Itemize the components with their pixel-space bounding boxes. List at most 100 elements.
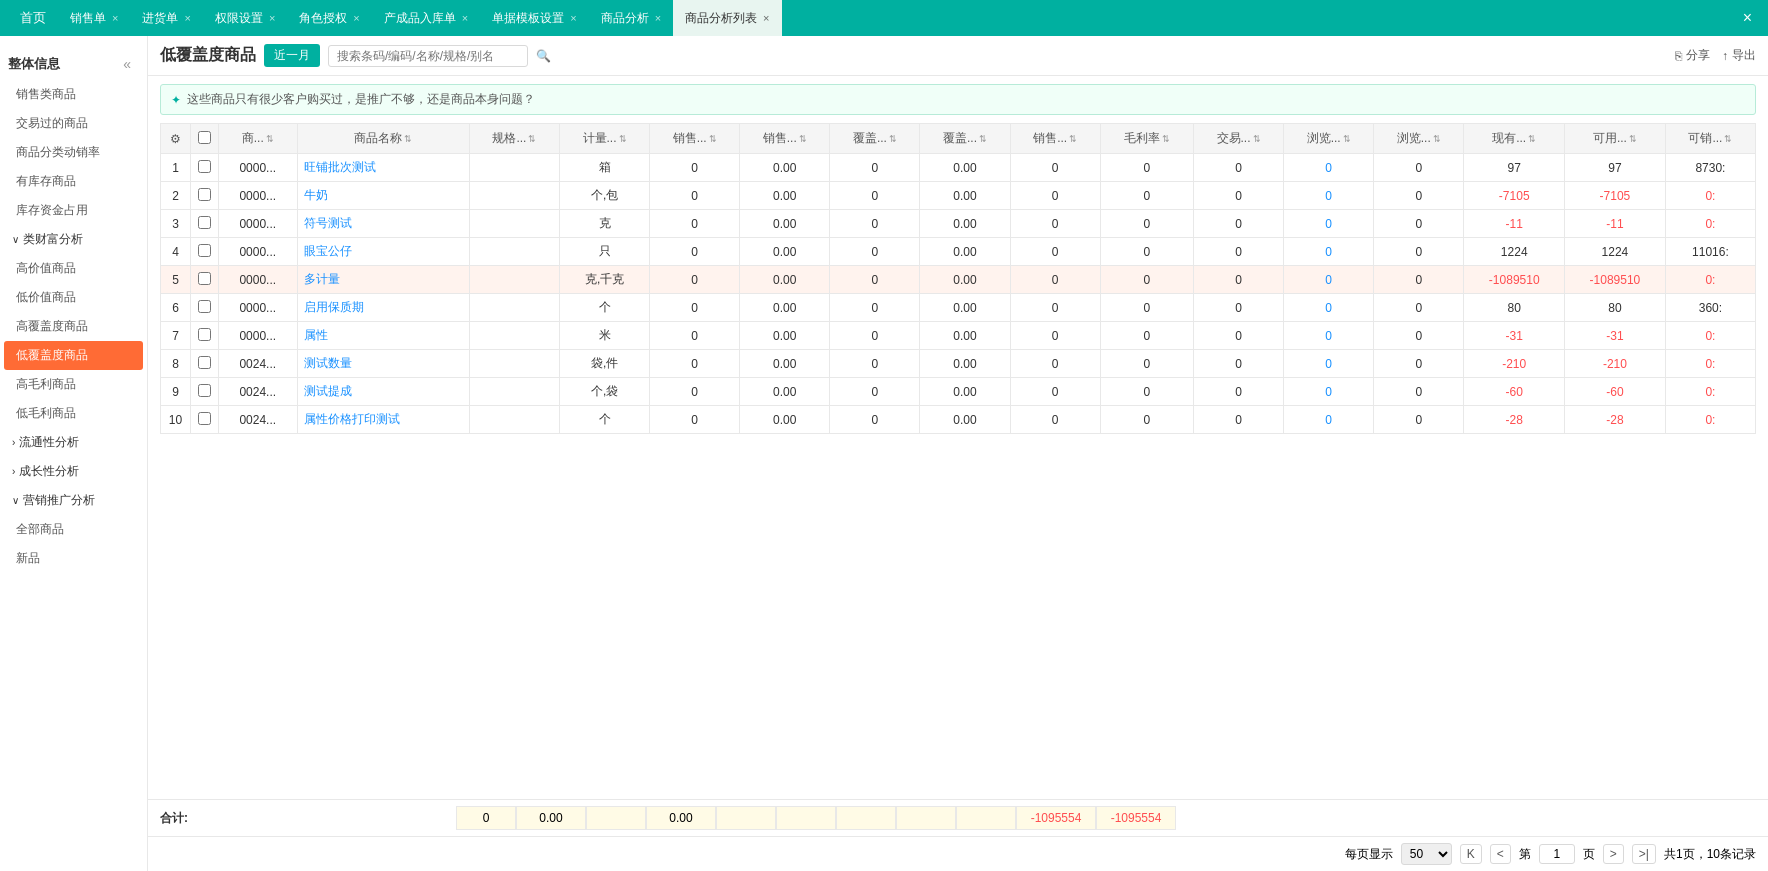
- row-browse1[interactable]: 0: [1284, 210, 1374, 238]
- sidebar-section-marketing[interactable]: ∨ 营销推广分析: [0, 486, 147, 515]
- column-code[interactable]: 商...⇅: [219, 124, 298, 154]
- column-saleable[interactable]: 可销...⇅: [1665, 124, 1755, 154]
- row-browse1[interactable]: 0: [1284, 294, 1374, 322]
- sidebar-item-all-goods[interactable]: 全部商品: [0, 515, 147, 544]
- column-sales1[interactable]: 销售...⇅: [650, 124, 740, 154]
- column-cover2[interactable]: 覆盖...⇅: [920, 124, 1010, 154]
- column-sales2[interactable]: 销售...⇅: [740, 124, 830, 154]
- column-browse2[interactable]: 浏览...⇅: [1374, 124, 1464, 154]
- prev-page-button[interactable]: <: [1490, 844, 1511, 864]
- nav-close-icon[interactable]: ×: [462, 12, 468, 24]
- sidebar-item-high-margin[interactable]: 高毛利商品: [0, 370, 147, 399]
- sidebar-item-stocked-goods[interactable]: 有库存商品: [0, 167, 147, 196]
- column-available[interactable]: 可用...⇅: [1565, 124, 1666, 154]
- row-checkbox-cell[interactable]: [191, 294, 219, 322]
- nav-close-icon[interactable]: ×: [763, 12, 769, 24]
- row-browse1[interactable]: 0: [1284, 266, 1374, 294]
- row-checkbox-cell[interactable]: [191, 182, 219, 210]
- row-checkbox[interactable]: [198, 272, 211, 285]
- next-page-button[interactable]: >: [1603, 844, 1624, 864]
- sidebar-section-liquidity[interactable]: › 流通性分析: [0, 428, 147, 457]
- browse-link[interactable]: 0: [1325, 189, 1332, 203]
- last-page-button[interactable]: >|: [1632, 844, 1656, 864]
- row-name[interactable]: 属性价格打印测试: [297, 406, 469, 434]
- search-icon[interactable]: 🔍: [536, 49, 551, 63]
- column-settings[interactable]: ⚙: [161, 124, 191, 154]
- row-checkbox[interactable]: [198, 412, 211, 425]
- row-checkbox-cell[interactable]: [191, 322, 219, 350]
- column-current[interactable]: 现有...⇅: [1464, 124, 1565, 154]
- nav-product-analysis-list[interactable]: 商品分析列表 ×: [673, 0, 781, 36]
- row-name[interactable]: 属性: [297, 322, 469, 350]
- row-checkbox[interactable]: [198, 300, 211, 313]
- browse-link[interactable]: 0: [1325, 413, 1332, 427]
- column-checkbox[interactable]: [191, 124, 219, 154]
- time-filter-button[interactable]: 近一月: [264, 44, 320, 67]
- sidebar-item-low-value[interactable]: 低价值商品: [0, 283, 147, 312]
- nav-sales-order[interactable]: 销售单 ×: [58, 0, 130, 36]
- page-number-input[interactable]: [1539, 844, 1575, 864]
- row-checkbox[interactable]: [198, 216, 211, 229]
- row-checkbox-cell[interactable]: [191, 210, 219, 238]
- nav-permissions[interactable]: 权限设置 ×: [203, 0, 287, 36]
- row-browse1[interactable]: 0: [1284, 154, 1374, 182]
- nav-close-icon[interactable]: ×: [112, 12, 118, 24]
- nav-home[interactable]: 首页: [8, 0, 58, 36]
- browse-link[interactable]: 0: [1325, 329, 1332, 343]
- nav-close-icon[interactable]: ×: [269, 12, 275, 24]
- row-browse1[interactable]: 0: [1284, 378, 1374, 406]
- row-browse1[interactable]: 0: [1284, 238, 1374, 266]
- browse-link[interactable]: 0: [1325, 273, 1332, 287]
- row-name[interactable]: 启用保质期: [297, 294, 469, 322]
- browse-link[interactable]: 0: [1325, 161, 1332, 175]
- column-browse1[interactable]: 浏览...⇅: [1284, 124, 1374, 154]
- nav-close-icon[interactable]: ×: [655, 12, 661, 24]
- close-all-tabs[interactable]: ×: [1735, 9, 1760, 27]
- sidebar-collapse-button[interactable]: «: [115, 52, 139, 76]
- sidebar-section-wealth-analysis[interactable]: ∨ 类财富分析: [0, 225, 147, 254]
- search-input[interactable]: [328, 45, 528, 67]
- first-page-button[interactable]: K: [1460, 844, 1482, 864]
- sidebar-item-sales-goods[interactable]: 销售类商品: [0, 80, 147, 109]
- column-cover1[interactable]: 覆盖...⇅: [830, 124, 920, 154]
- row-name[interactable]: 测试数量: [297, 350, 469, 378]
- browse-link[interactable]: 0: [1325, 385, 1332, 399]
- nav-close-icon[interactable]: ×: [570, 12, 576, 24]
- row-checkbox-cell[interactable]: [191, 266, 219, 294]
- row-name[interactable]: 牛奶: [297, 182, 469, 210]
- row-checkbox[interactable]: [198, 160, 211, 173]
- nav-purchase-order[interactable]: 进货单 ×: [130, 0, 202, 36]
- sidebar-item-low-margin[interactable]: 低毛利商品: [0, 399, 147, 428]
- select-all-checkbox[interactable]: [198, 131, 211, 144]
- share-button[interactable]: ⎘ 分享: [1675, 47, 1710, 64]
- row-checkbox[interactable]: [198, 384, 211, 397]
- sidebar-section-growth[interactable]: › 成长性分析: [0, 457, 147, 486]
- sidebar-item-high-coverage[interactable]: 高覆盖度商品: [0, 312, 147, 341]
- row-browse1[interactable]: 0: [1284, 182, 1374, 210]
- nav-close-icon[interactable]: ×: [184, 12, 190, 24]
- row-browse1[interactable]: 0: [1284, 406, 1374, 434]
- sidebar-item-category-rate[interactable]: 商品分类动销率: [0, 138, 147, 167]
- sidebar-item-low-coverage[interactable]: 低覆盖度商品: [4, 341, 143, 370]
- row-checkbox-cell[interactable]: [191, 154, 219, 182]
- column-gross[interactable]: 毛利率⇅: [1100, 124, 1193, 154]
- column-spec[interactable]: 规格...⇅: [469, 124, 559, 154]
- row-checkbox[interactable]: [198, 188, 211, 201]
- row-checkbox[interactable]: [198, 244, 211, 257]
- row-checkbox-cell[interactable]: [191, 238, 219, 266]
- row-name[interactable]: 眼宝公仔: [297, 238, 469, 266]
- browse-link[interactable]: 0: [1325, 217, 1332, 231]
- sidebar-item-high-value[interactable]: 高价值商品: [0, 254, 147, 283]
- sidebar-item-new-goods[interactable]: 新品: [0, 544, 147, 573]
- export-button[interactable]: ↑ 导出: [1722, 47, 1756, 64]
- row-checkbox[interactable]: [198, 328, 211, 341]
- browse-link[interactable]: 0: [1325, 301, 1332, 315]
- row-checkbox-cell[interactable]: [191, 350, 219, 378]
- column-unit[interactable]: 计量...⇅: [559, 124, 649, 154]
- column-sales3[interactable]: 销售...⇅: [1010, 124, 1100, 154]
- row-name[interactable]: 符号测试: [297, 210, 469, 238]
- column-trade[interactable]: 交易...⇅: [1193, 124, 1283, 154]
- row-checkbox-cell[interactable]: [191, 406, 219, 434]
- row-browse1[interactable]: 0: [1284, 322, 1374, 350]
- sidebar-item-traded-goods[interactable]: 交易过的商品: [0, 109, 147, 138]
